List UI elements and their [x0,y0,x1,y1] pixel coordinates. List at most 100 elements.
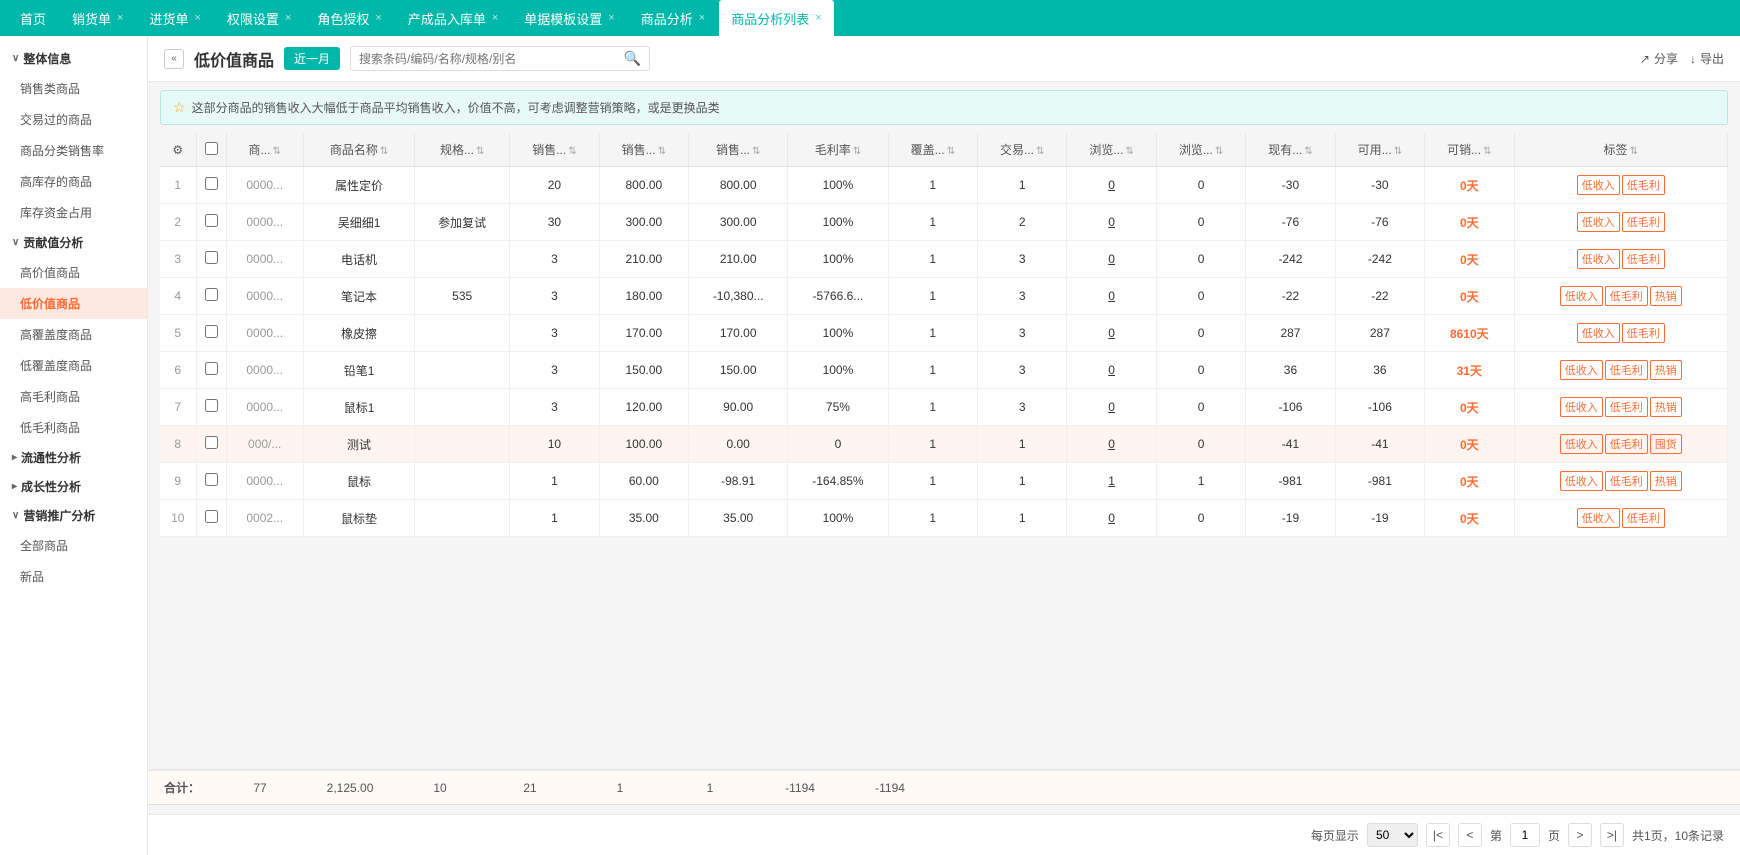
export-button[interactable]: ↓ 导出 [1690,50,1724,67]
browse-link[interactable]: 0 [1108,215,1115,229]
sidebar-item-high-value[interactable]: 高价值商品 [0,257,147,288]
td-browse[interactable]: 0 [1067,500,1156,537]
td-checkbox[interactable] [196,463,226,500]
search-input[interactable] [359,52,624,66]
browse-link[interactable]: 0 [1108,363,1115,377]
last-page-button[interactable]: >| [1600,823,1624,847]
nav-product-analysis-list[interactable]: 商品分析列表 × [719,0,833,36]
sidebar-item-sales-goods[interactable]: 销售类商品 [0,73,147,104]
th-stock[interactable]: 现有...⇅ [1246,133,1335,167]
th-avail[interactable]: 可用...⇅ [1335,133,1424,167]
nav-sales[interactable]: 销货单 × [60,0,135,36]
browse-link[interactable]: 0 [1108,289,1115,303]
sidebar-item-low-margin[interactable]: 低毛利商品 [0,412,147,443]
th-name[interactable]: 商品名称⇅ [303,133,414,167]
sidebar-item-new-goods[interactable]: 新品 [0,561,147,592]
row-checkbox[interactable] [205,510,218,523]
th-browseU[interactable]: 浏览...⇅ [1156,133,1245,167]
sidebar-item-low-coverage[interactable]: 低覆盖度商品 [0,350,147,381]
browse-link[interactable]: 0 [1108,178,1115,192]
nav-close-template[interactable]: × [608,12,614,24]
nav-template[interactable]: 单据模板设置 × [512,0,626,36]
td-checkbox[interactable] [196,426,226,463]
td-browse[interactable]: 0 [1067,426,1156,463]
nav-close-sales[interactable]: × [117,12,123,24]
nav-close-product-in[interactable]: × [492,12,498,24]
th-s2[interactable]: 销售...⇅ [599,133,688,167]
browse-link[interactable]: 1 [1108,474,1115,488]
td-checkbox[interactable] [196,167,226,204]
th-code[interactable]: 商...⇅ [226,133,303,167]
td-browse[interactable]: 0 [1067,204,1156,241]
sidebar-group-marketing[interactable]: ∨ 营销推广分析 [0,501,147,530]
sidebar-group-growth[interactable]: ▸ 成长性分析 [0,472,147,501]
first-page-button[interactable]: |< [1426,823,1450,847]
row-checkbox[interactable] [205,288,218,301]
td-browse[interactable]: 0 [1067,315,1156,352]
nav-close-product-analysis-list[interactable]: × [815,12,821,24]
td-browse[interactable]: 0 [1067,352,1156,389]
td-checkbox[interactable] [196,241,226,278]
nav-close-purchase[interactable]: × [194,12,200,24]
td-checkbox[interactable] [196,315,226,352]
td-checkbox[interactable] [196,204,226,241]
sidebar-item-category-rate[interactable]: 商品分类销售率 [0,135,147,166]
td-checkbox[interactable] [196,352,226,389]
nav-roles[interactable]: 角色授权 × [305,0,393,36]
next-page-button[interactable]: > [1568,823,1592,847]
table-container[interactable]: ⚙ 商...⇅ 商品名称⇅ 规格...⇅ 销售...⇅ 销售...⇅ 销售...… [148,133,1740,769]
row-checkbox[interactable] [205,177,218,190]
nav-permissions[interactable]: 权限设置 × [215,0,303,36]
td-browse[interactable]: 0 [1067,389,1156,426]
sidebar-group-contribution[interactable]: ∨ 贡献值分析 [0,228,147,257]
th-gear[interactable]: ⚙ [160,133,196,167]
browse-link[interactable]: 0 [1108,437,1115,451]
select-all-checkbox[interactable] [205,142,218,155]
td-checkbox[interactable] [196,500,226,537]
browse-link[interactable]: 0 [1108,326,1115,340]
sidebar-item-stock-capital[interactable]: 库存资金占用 [0,197,147,228]
row-checkbox[interactable] [205,436,218,449]
row-checkbox[interactable] [205,362,218,375]
sidebar-collapse-button[interactable]: « [164,49,184,69]
row-checkbox[interactable] [205,251,218,264]
nav-close-roles[interactable]: × [375,12,381,24]
row-checkbox[interactable] [205,473,218,486]
th-browse[interactable]: 浏览...⇅ [1067,133,1156,167]
prev-page-button[interactable]: < [1458,823,1482,847]
per-page-select[interactable]: 50 100 200 [1367,823,1418,847]
nav-close-permissions[interactable]: × [285,12,291,24]
sidebar-item-traded-goods[interactable]: 交易过的商品 [0,104,147,135]
nav-product-analysis[interactable]: 商品分析 × [629,0,717,36]
th-s3[interactable]: 销售...⇅ [689,133,788,167]
sidebar-item-high-stock[interactable]: 高库存的商品 [0,166,147,197]
sidebar-item-all-goods[interactable]: 全部商品 [0,530,147,561]
th-trans[interactable]: 交易...⇅ [977,133,1066,167]
horizontal-scrollbar[interactable] [148,804,1740,814]
row-checkbox[interactable] [205,399,218,412]
sidebar-item-low-value[interactable]: 低价值商品 [0,288,147,319]
nav-product-in[interactable]: 产成品入库单 × [396,0,510,36]
td-checkbox[interactable] [196,278,226,315]
browse-link[interactable]: 0 [1108,511,1115,525]
th-tags[interactable]: 标签⇅ [1514,133,1727,167]
td-browse[interactable]: 0 [1067,278,1156,315]
share-button[interactable]: ↗ 分享 [1640,50,1678,67]
th-s1[interactable]: 销售...⇅ [510,133,599,167]
nav-purchase[interactable]: 进货单 × [137,0,212,36]
browse-link[interactable]: 0 [1108,400,1115,414]
th-margin[interactable]: 毛利率⇅ [788,133,888,167]
sidebar-item-high-margin[interactable]: 高毛利商品 [0,381,147,412]
th-cov[interactable]: 覆盖...⇅ [888,133,977,167]
search-icon[interactable]: 🔍 [624,50,641,67]
sidebar-item-high-coverage[interactable]: 高覆盖度商品 [0,319,147,350]
th-spec[interactable]: 规格...⇅ [415,133,510,167]
nav-close-product-analysis[interactable]: × [699,12,705,24]
sidebar-group-overall[interactable]: ∨ 整体信息 [0,44,147,73]
nav-home[interactable]: 首页 [8,0,58,36]
td-browse[interactable]: 0 [1067,241,1156,278]
th-sell[interactable]: 可销...⇅ [1425,133,1514,167]
row-checkbox[interactable] [205,214,218,227]
page-number-input[interactable] [1510,823,1540,847]
sidebar-group-circulation[interactable]: ▸ 流通性分析 [0,443,147,472]
